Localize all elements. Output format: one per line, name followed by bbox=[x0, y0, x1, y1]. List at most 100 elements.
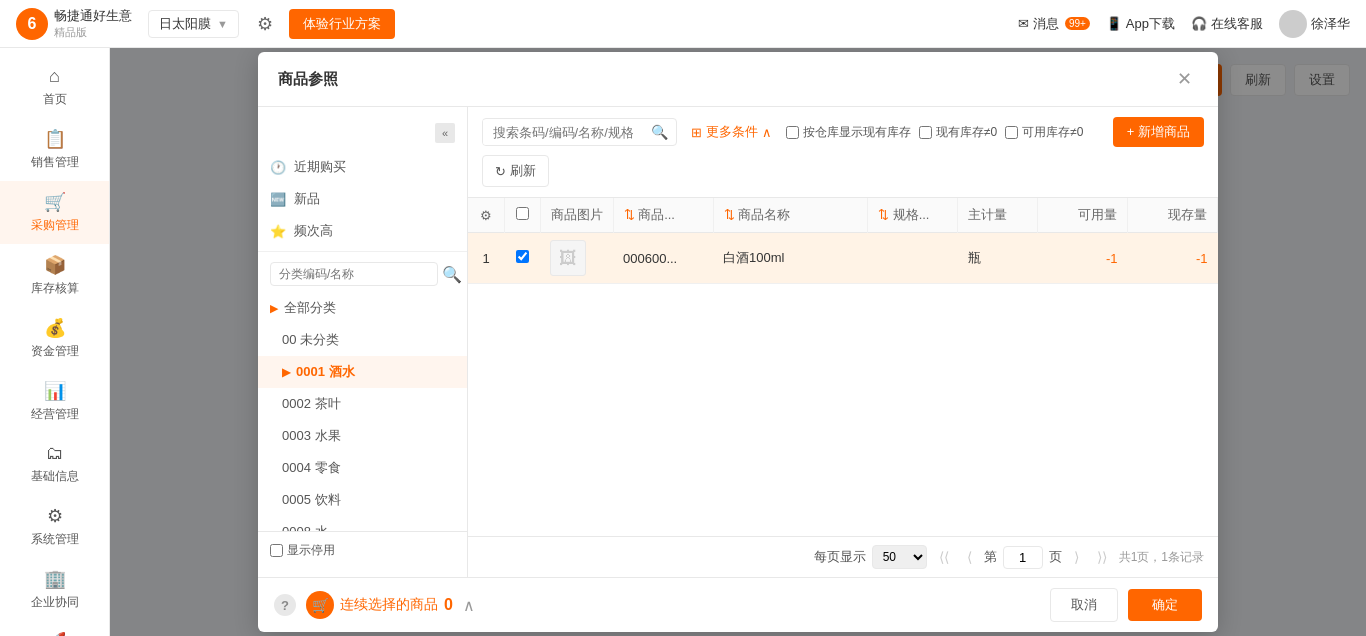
show-disabled-checkbox[interactable] bbox=[270, 544, 283, 557]
first-page-button[interactable]: ⟨⟨ bbox=[933, 547, 955, 567]
category-item-0004[interactable]: 0004 零食 bbox=[258, 452, 467, 484]
row-code-cell: 000600... bbox=[613, 233, 713, 284]
category-search-input[interactable] bbox=[270, 262, 438, 286]
pagination-bar: 每页显示 50 10 20 100 ⟨⟨ ⟨ 第 页 bbox=[468, 536, 1218, 577]
star-icon: ⭐ bbox=[270, 224, 286, 239]
sales-icon: 📋 bbox=[44, 128, 66, 150]
modal-toolbar: 🔍 ⊞ 更多条件 ∧ 按仓库显示现有库存 bbox=[468, 107, 1218, 198]
warehouse-filter-checkbox[interactable] bbox=[786, 126, 799, 139]
row-checkbox[interactable] bbox=[516, 250, 529, 263]
refresh-modal-button[interactable]: ↻ 刷新 bbox=[482, 155, 549, 187]
category-item-0001[interactable]: ▶ 0001 酒水 bbox=[258, 356, 467, 388]
sidebar-item-sales[interactable]: 📋 销售管理 bbox=[0, 118, 109, 181]
sort-icon: ⇅ bbox=[624, 207, 635, 222]
prev-page-button[interactable]: ⟨ bbox=[961, 547, 978, 567]
sidebar-item-inventory[interactable]: 📦 库存核算 bbox=[0, 244, 109, 307]
headset-icon: 🎧 bbox=[1191, 16, 1207, 31]
cart-count: 0 bbox=[444, 596, 453, 614]
refresh-icon: ↻ bbox=[495, 164, 506, 179]
service-item[interactable]: 🎧 在线客服 bbox=[1191, 15, 1263, 33]
frequent-item[interactable]: ⭐ 频次高 bbox=[258, 215, 467, 247]
clock-icon: 🕐 bbox=[270, 160, 286, 175]
message-badge: 99+ bbox=[1065, 17, 1090, 30]
product-search-button[interactable]: 🔍 bbox=[643, 119, 676, 145]
category-item-00[interactable]: 00 未分类 bbox=[258, 324, 467, 356]
show-disabled-row: 显示停用 bbox=[258, 531, 467, 569]
recent-purchase-item[interactable]: 🕐 近期购买 bbox=[258, 151, 467, 183]
col-code-header[interactable]: ⇅ 商品... bbox=[613, 198, 713, 233]
confirm-button[interactable]: 确定 bbox=[1128, 589, 1202, 621]
current-stock-checkbox[interactable] bbox=[919, 126, 932, 139]
table-row[interactable]: 1 🖼 bbox=[468, 233, 1218, 284]
finance-icon: 💰 bbox=[44, 317, 66, 339]
available-stock-checkbox[interactable] bbox=[1005, 126, 1018, 139]
collapse-button[interactable]: « bbox=[435, 123, 455, 143]
new-products-item[interactable]: 🆕 新品 bbox=[258, 183, 467, 215]
col-available-header[interactable]: 可用量 bbox=[1038, 198, 1128, 233]
sidebar-item-system[interactable]: ⚙ 系统管理 bbox=[0, 495, 109, 558]
sidebar-item-enterprise[interactable]: 🏢 企业协同 bbox=[0, 558, 109, 621]
col-image-header[interactable]: 商品图片 bbox=[540, 198, 613, 233]
chevron-down-icon: ▼ bbox=[217, 18, 228, 30]
sidebar-item-home[interactable]: ⌂ 首页 bbox=[0, 56, 109, 118]
user-avatar-area[interactable]: 徐泽华 bbox=[1279, 10, 1350, 38]
home-icon: ⌂ bbox=[49, 66, 60, 87]
col-unit-header[interactable]: 主计量 bbox=[958, 198, 1038, 233]
sidebar: ⌂ 首页 📋 销售管理 🛒 采购管理 📦 库存核算 💰 资金管理 📊 经营管理 … bbox=[0, 48, 110, 636]
nav-right: ✉ 消息 99+ 📱 App下载 🎧 在线客服 徐泽华 bbox=[1018, 10, 1350, 38]
guide-icon: 🚀 bbox=[44, 631, 66, 636]
select-all-checkbox[interactable] bbox=[516, 207, 529, 220]
filter-button[interactable]: ⊞ 更多条件 ∧ bbox=[685, 119, 778, 145]
all-category-item[interactable]: ▶ 全部分类 bbox=[258, 292, 467, 324]
row-image-cell: 🖼 bbox=[540, 233, 613, 284]
row-unit-cell: 瓶 bbox=[958, 233, 1038, 284]
message-nav-item[interactable]: ✉ 消息 99+ bbox=[1018, 15, 1090, 33]
collapse-footer-button[interactable]: ∧ bbox=[463, 596, 475, 615]
trial-button[interactable]: 体验行业方案 bbox=[289, 9, 395, 39]
category-item-0002[interactable]: 0002 茶叶 bbox=[258, 388, 467, 420]
modal-close-button[interactable]: ✕ bbox=[1171, 66, 1198, 92]
row-name-cell: 白酒100ml bbox=[713, 233, 868, 284]
modal-footer: ? 🛒 连续选择的商品 0 ∧ 取消 确定 bbox=[258, 577, 1218, 632]
top-nav: 6 畅捷通好生意 精品版 日太阳膜 ▼ ⚙ 体验行业方案 ✉ 消息 99+ 📱 … bbox=[0, 0, 1366, 48]
filter-icon: ⊞ bbox=[691, 125, 702, 140]
modal-header: 商品参照 ✕ bbox=[258, 52, 1218, 107]
sidebar-item-basic[interactable]: 🗂 基础信息 bbox=[0, 433, 109, 495]
last-page-button[interactable]: ⟩⟩ bbox=[1091, 547, 1113, 567]
page-number-input[interactable] bbox=[1003, 546, 1043, 569]
product-thumbnail: 🖼 bbox=[550, 240, 586, 276]
category-item-0003[interactable]: 0003 水果 bbox=[258, 420, 467, 452]
help-button[interactable]: ? bbox=[274, 594, 296, 616]
sort-icon: ⇅ bbox=[878, 207, 889, 222]
sidebar-item-guide[interactable]: 🚀 新手引导 bbox=[0, 621, 109, 636]
add-product-button[interactable]: + 新增商品 bbox=[1113, 117, 1204, 147]
logo-icon: 6 bbox=[16, 8, 48, 40]
system-icon: ⚙ bbox=[47, 505, 63, 527]
cart-area: 🛒 连续选择的商品 0 bbox=[306, 591, 453, 619]
category-item-0008[interactable]: 0008 水 bbox=[258, 516, 467, 531]
gear-button[interactable]: ⚙ bbox=[249, 8, 281, 40]
app-download-item[interactable]: 📱 App下载 bbox=[1106, 15, 1175, 33]
cancel-button[interactable]: 取消 bbox=[1050, 588, 1118, 622]
sidebar-item-purchase[interactable]: 🛒 采购管理 bbox=[0, 181, 109, 244]
col-name-header[interactable]: ⇅ 商品名称 bbox=[713, 198, 868, 233]
row-stock-cell: -1 bbox=[1128, 233, 1218, 284]
modal-left-panel: « 🕐 近期购买 🆕 新品 ⭐ 频次高 bbox=[258, 107, 468, 577]
sidebar-item-business[interactable]: 📊 经营管理 bbox=[0, 370, 109, 433]
show-disabled-label[interactable]: 显示停用 bbox=[270, 542, 335, 559]
page-size-select[interactable]: 50 10 20 100 bbox=[872, 545, 927, 569]
col-spec-header[interactable]: ⇅ 规格... bbox=[868, 198, 958, 233]
category-search-button[interactable]: 🔍 bbox=[442, 265, 462, 284]
cart-icon: 🛒 bbox=[306, 591, 334, 619]
available-stock-label[interactable]: 可用库存≠0 bbox=[1005, 124, 1083, 141]
nav-dropdown[interactable]: 日太阳膜 ▼ bbox=[148, 10, 239, 38]
category-list: ▶ 全部分类 00 未分类 ▶ 0001 酒水 0002 茶 bbox=[258, 292, 467, 531]
product-search-input[interactable] bbox=[483, 120, 643, 145]
current-stock-label[interactable]: 现有库存≠0 bbox=[919, 124, 997, 141]
category-item-0005[interactable]: 0005 饮料 bbox=[258, 484, 467, 516]
next-page-button[interactable]: ⟩ bbox=[1068, 547, 1085, 567]
sidebar-item-finance[interactable]: 💰 资金管理 bbox=[0, 307, 109, 370]
warehouse-filter-label[interactable]: 按仓库显示现有库存 bbox=[786, 124, 911, 141]
modal-overlay: 商品参照 ✕ « 🕐 近期购买 🆕 bbox=[110, 48, 1366, 636]
col-settings: ⚙ bbox=[468, 198, 504, 233]
